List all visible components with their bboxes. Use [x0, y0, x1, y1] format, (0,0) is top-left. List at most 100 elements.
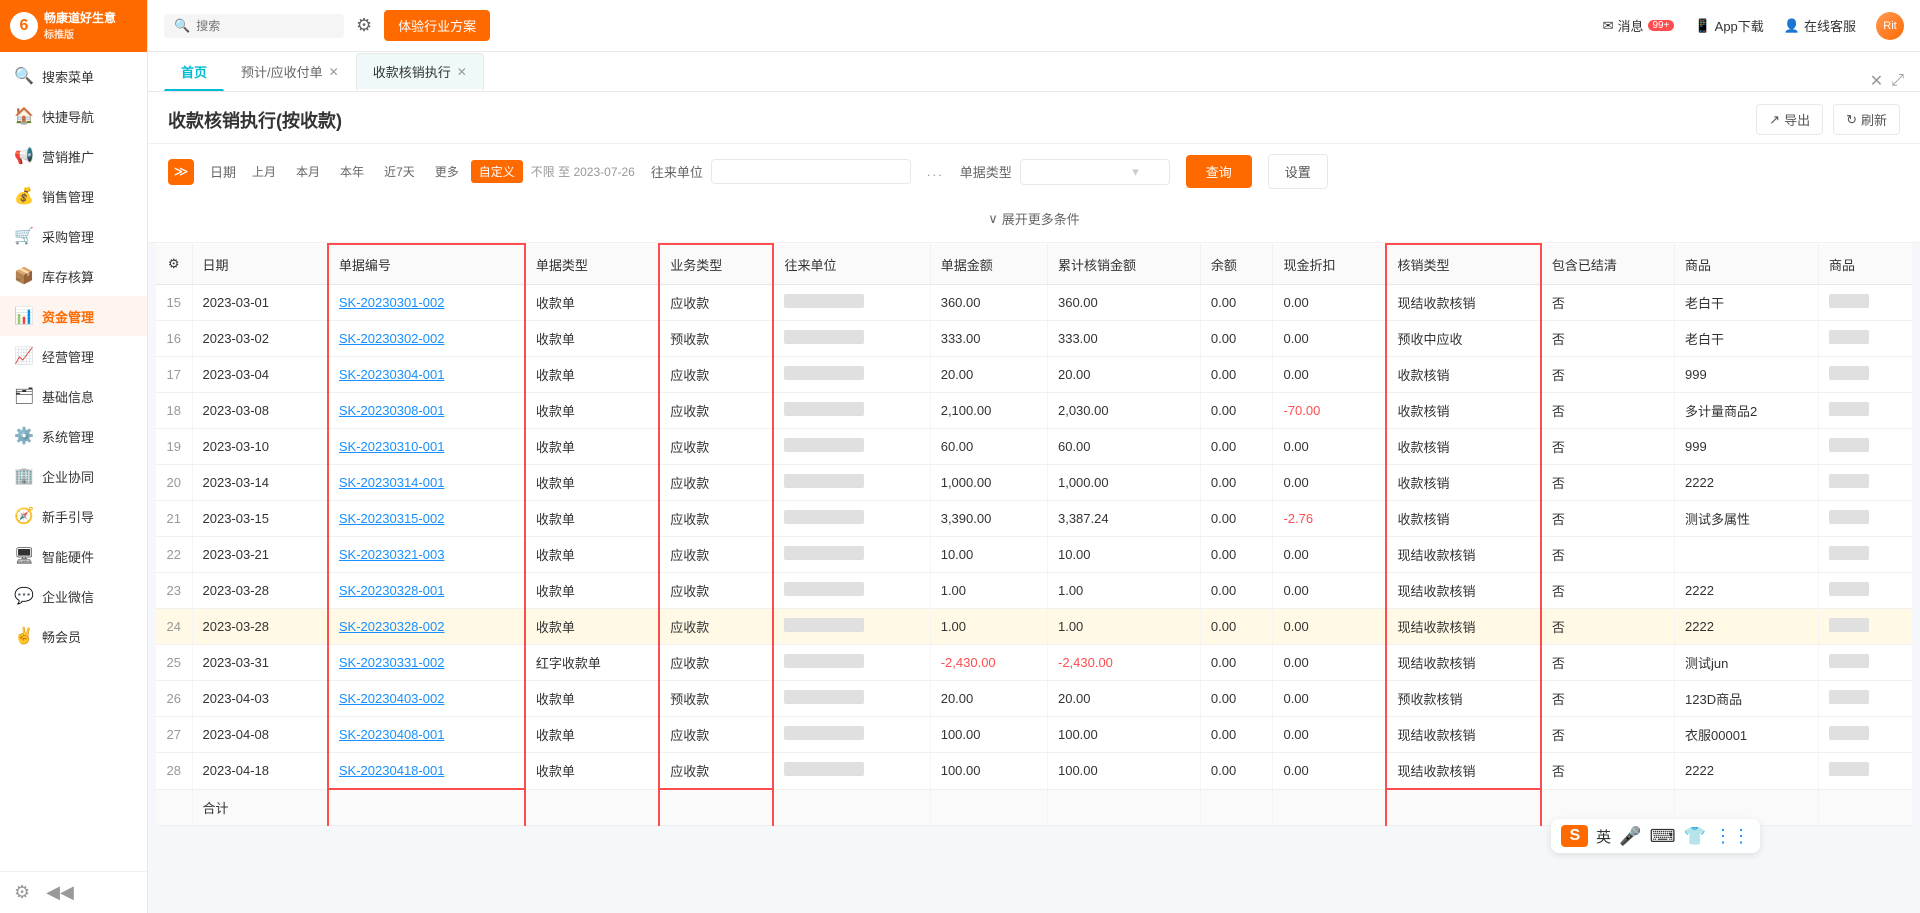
- doc-no-link[interactable]: SK-20230328-002: [339, 619, 445, 634]
- tab-home[interactable]: 首页: [164, 53, 224, 91]
- filter-dots: ...: [927, 164, 944, 179]
- sidebar-item-marketing[interactable]: 📢 营销推广: [0, 136, 147, 176]
- hardware-icon: 🖥: [14, 546, 34, 566]
- query-button[interactable]: 查询: [1186, 155, 1252, 188]
- watermark-shirt-icon[interactable]: 👕: [1684, 826, 1706, 847]
- sidebar-item-basic[interactable]: 🗂 基础信息: [0, 376, 147, 416]
- header-search-input[interactable]: [196, 19, 316, 33]
- doc-no-link[interactable]: SK-20230418-001: [339, 763, 445, 778]
- filter-btn-last-month[interactable]: 上月: [244, 160, 284, 183]
- cell-doc-type: 红字收款单: [525, 645, 659, 681]
- doc-no-link[interactable]: SK-20230301-002: [339, 295, 445, 310]
- table-wrapper[interactable]: ⚙ 日期 单据编号 单据类型 业务类型 往来单位 单据金额 累计核销金额 余额 …: [148, 243, 1920, 913]
- cell-included: 否: [1541, 357, 1675, 393]
- sidebar-item-search[interactable]: 🔍 搜索菜单: [0, 56, 147, 96]
- cell-biz-type: 应收款: [659, 501, 773, 537]
- home-icon: 🏠: [14, 106, 34, 126]
- filter-btn-this-month[interactable]: 本月: [288, 160, 328, 183]
- th-amount: 单据金额: [930, 244, 1047, 285]
- th-goods1: 商品: [1675, 244, 1819, 285]
- cell-index: 27: [156, 717, 192, 753]
- tab-payable[interactable]: 预计/应收付单 ✕: [224, 53, 356, 91]
- cell-balance: 0.00: [1200, 681, 1273, 717]
- sidebar-item-system[interactable]: ⚙️ 系统管理: [0, 416, 147, 456]
- doc-no-link[interactable]: SK-20230310-001: [339, 439, 445, 454]
- sidebar-item-purchase[interactable]: 🛒 采购管理: [0, 216, 147, 256]
- filter-settings-button[interactable]: 设置: [1268, 154, 1328, 189]
- th-settings[interactable]: ⚙: [156, 244, 192, 285]
- filter-date-range: 不限 至 2023-07-26: [531, 163, 635, 180]
- filter-expand-button[interactable]: ∨ 展开更多条件: [988, 209, 1080, 228]
- watermark-mic-icon[interactable]: 🎤: [1619, 826, 1641, 847]
- export-button[interactable]: ↗ 导出: [1756, 104, 1823, 135]
- doc-no-link[interactable]: SK-20230331-002: [339, 655, 445, 670]
- cell-doc-type: 收款单: [525, 465, 659, 501]
- sidebar-item-hardware[interactable]: 🖥 智能硬件: [0, 536, 147, 576]
- doc-no-link[interactable]: SK-20230403-002: [339, 691, 445, 706]
- cell-cancel-type: 现结收款核销: [1386, 573, 1540, 609]
- tabs-actions: ✕ ⤢: [1870, 71, 1904, 91]
- filter-btn-this-year[interactable]: 本年: [332, 160, 372, 183]
- cell-included: 否: [1541, 537, 1675, 573]
- cell-goods1: [1675, 537, 1819, 573]
- table-row: 16 2023-03-02 SK-20230302-002 收款单 预收款 33…: [156, 321, 1912, 357]
- filter-btn-7days[interactable]: 近7天: [376, 160, 423, 183]
- message-button[interactable]: ✉ 消息 99+: [1603, 16, 1675, 35]
- sidebar-item-inventory[interactable]: 📦 库存核算: [0, 256, 147, 296]
- sidebar-item-finance[interactable]: 📊 资金管理: [0, 296, 147, 336]
- doc-no-link[interactable]: SK-20230408-001: [339, 727, 445, 742]
- tab-collection[interactable]: 收款核销执行 ✕: [356, 53, 484, 91]
- tab-collection-close-icon[interactable]: ✕: [457, 65, 467, 79]
- doc-no-link[interactable]: SK-20230321-003: [339, 547, 445, 562]
- sidebar-item-guide[interactable]: 🧭 新手引导: [0, 496, 147, 536]
- cell-date: 2023-03-14: [192, 465, 328, 501]
- collapse-icon[interactable]: ◀◀: [46, 882, 74, 903]
- sidebar-item-member[interactable]: ✌ 畅会员: [0, 616, 147, 656]
- search-icon: 🔍: [174, 18, 190, 34]
- watermark-keyboard-icon[interactable]: ⌨: [1650, 826, 1676, 847]
- filter-toggle-button[interactable]: ≫: [168, 159, 194, 185]
- online-service-button[interactable]: 👤 在线客服: [1784, 16, 1856, 35]
- cell-date: 2023-03-04: [192, 357, 328, 393]
- operations-icon: 📈: [14, 346, 34, 366]
- header-search-bar[interactable]: 🔍: [164, 14, 344, 38]
- cell-unit: [773, 753, 930, 790]
- tab-expand-icon[interactable]: ⤢: [1891, 72, 1904, 90]
- watermark-grid-icon[interactable]: ⋮⋮: [1714, 826, 1750, 847]
- cell-amount: 1.00: [930, 573, 1047, 609]
- filter-doctype-select[interactable]: ▾: [1020, 159, 1170, 185]
- tab-close-all-icon[interactable]: ✕: [1870, 71, 1883, 91]
- sidebar-item-operations[interactable]: 📈 经营管理: [0, 336, 147, 376]
- doc-no-link[interactable]: SK-20230308-001: [339, 403, 445, 418]
- cell-date: 2023-03-10: [192, 429, 328, 465]
- cell-cash-discount: 0.00: [1273, 357, 1387, 393]
- sidebar-item-quicknav[interactable]: 🏠 快捷导航: [0, 96, 147, 136]
- cell-included: 否: [1541, 717, 1675, 753]
- doc-no-link[interactable]: SK-20230314-001: [339, 475, 445, 490]
- doc-no-link[interactable]: SK-20230302-002: [339, 331, 445, 346]
- sidebar-item-operations-label: 经营管理: [42, 347, 94, 366]
- sidebar-item-sales[interactable]: 💰 销售管理: [0, 176, 147, 216]
- app-download-button[interactable]: 📱 App下载: [1694, 16, 1763, 35]
- settings-gear-icon[interactable]: ⚙: [14, 882, 30, 903]
- tab-payable-close-icon[interactable]: ✕: [329, 65, 339, 79]
- filter-btn-more[interactable]: 更多: [427, 160, 467, 183]
- filter-unit-input[interactable]: [711, 159, 911, 184]
- doc-no-link[interactable]: SK-20230328-001: [339, 583, 445, 598]
- header-gear-icon[interactable]: ⚙: [356, 15, 372, 36]
- filter-btn-custom[interactable]: 自定义: [471, 160, 523, 183]
- cell-index: 22: [156, 537, 192, 573]
- sidebar-item-corp[interactable]: 🏢 企业协同: [0, 456, 147, 496]
- refresh-button[interactable]: ↻ 刷新: [1833, 104, 1900, 135]
- doc-no-link[interactable]: SK-20230315-002: [339, 511, 445, 526]
- cell-cumulative: 1.00: [1047, 609, 1200, 645]
- cell-goods1: 123D商品: [1675, 681, 1819, 717]
- solution-button[interactable]: 体验行业方案: [384, 10, 490, 41]
- th-unit: 往来单位: [773, 244, 930, 285]
- watermark-logo: S: [1561, 825, 1588, 847]
- cell-goods2: [1818, 609, 1912, 645]
- doc-no-link[interactable]: SK-20230304-001: [339, 367, 445, 382]
- user-avatar[interactable]: Rit: [1876, 12, 1904, 40]
- sidebar-item-wechat[interactable]: 💬 企业微信: [0, 576, 147, 616]
- cell-included: 否: [1541, 465, 1675, 501]
